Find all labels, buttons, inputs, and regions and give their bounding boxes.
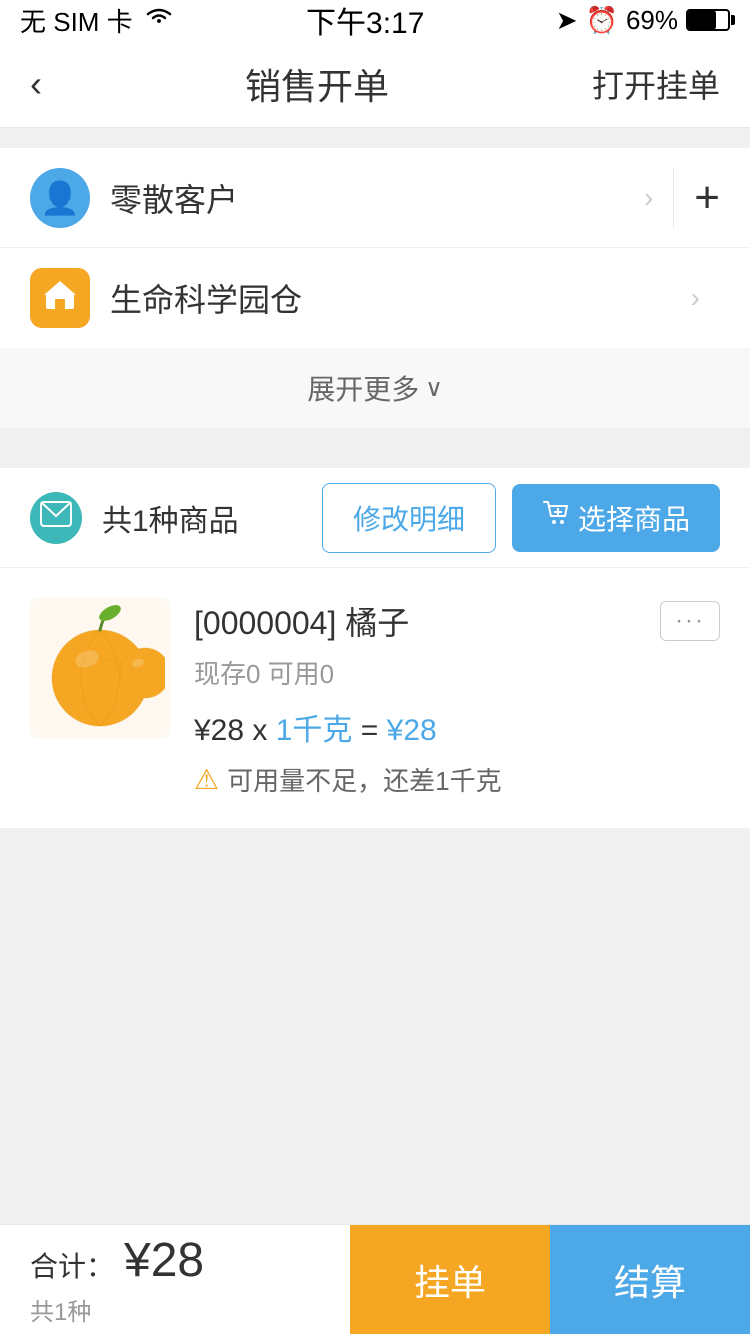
- warehouse-row[interactable]: 生命科学园仓 ›: [0, 248, 750, 348]
- product-code: [0000004]: [194, 605, 336, 641]
- cart-icon: [542, 500, 570, 535]
- product-name-row: [0000004] 橘子 ···: [194, 598, 720, 644]
- total-label: 合计：: [30, 1245, 114, 1285]
- modify-detail-button[interactable]: 修改明细: [322, 483, 496, 553]
- warehouse-icon-wrap: [30, 268, 90, 328]
- bottom-total: 合计： ¥28 共1种: [0, 1225, 350, 1334]
- status-bar: 无 SIM 卡 下午3:17 ➤ ⏰ 69%: [0, 0, 750, 40]
- product-image: [30, 598, 170, 738]
- total-amount: ¥28: [124, 1233, 204, 1288]
- product-count-icon: [30, 492, 82, 544]
- location-icon: ➤: [556, 5, 578, 36]
- product-stock: 现存0 可用0: [194, 654, 720, 691]
- warehouse-name: 生命科学园仓: [110, 275, 691, 321]
- product-equals: =: [361, 714, 379, 747]
- product-info: [0000004] 橘子 ··· 现存0 可用0 ¥28 x 1千克 = ¥28…: [194, 598, 720, 798]
- total-number: 28: [151, 1234, 204, 1287]
- product-warning-text: 可用量不足，还差1千克: [227, 761, 501, 798]
- nav-bar: ‹ 销售开单 打开挂单: [0, 40, 750, 128]
- customer-row[interactable]: 👤 零散客户 › +: [0, 148, 750, 248]
- carrier-text: 无 SIM 卡: [20, 2, 133, 39]
- total-sub: 共1种: [30, 1292, 320, 1327]
- expand-more-label: 展开更多: [307, 368, 419, 408]
- product-price-row: ¥28 x 1千克 = ¥28: [194, 705, 720, 749]
- product-section: 共1种商品 修改明细 选择商品: [0, 468, 750, 828]
- customer-name: 零散客户: [110, 175, 644, 221]
- expand-more-row[interactable]: 展开更多 ∨: [0, 348, 750, 428]
- select-product-button[interactable]: 选择商品: [512, 484, 720, 552]
- customer-avatar: 👤: [30, 168, 90, 228]
- warehouse-chevron-icon: ›: [691, 282, 700, 314]
- add-customer-button[interactable]: +: [694, 173, 720, 223]
- total-currency: ¥: [124, 1234, 151, 1287]
- status-left: 无 SIM 卡: [20, 2, 175, 39]
- product-total: ¥28: [387, 714, 437, 747]
- product-multiply: x: [252, 714, 267, 747]
- checkout-button[interactable]: 结算: [550, 1225, 750, 1334]
- alarm-icon: ⏰: [586, 5, 618, 36]
- page-title: 销售开单: [245, 58, 389, 110]
- product-image-svg: [35, 603, 165, 733]
- product-more-button[interactable]: ···: [660, 601, 720, 641]
- status-right: ➤ ⏰ 69%: [556, 5, 730, 36]
- battery-percent: 69%: [626, 5, 678, 36]
- product-warning-row: ⚠ 可用量不足，还差1千克: [194, 761, 720, 798]
- warehouse-icon: [42, 277, 78, 320]
- more-dots-icon: ···: [675, 607, 705, 635]
- expand-arrow-icon: ∨: [425, 374, 443, 403]
- bottom-bar: 合计： ¥28 共1种 挂单 结算: [0, 1224, 750, 1334]
- product-qty: 1千克: [276, 714, 353, 747]
- envelope-icon: [40, 501, 72, 534]
- customer-chevron-icon: ›: [644, 182, 653, 214]
- wifi-icon: [143, 5, 175, 36]
- gray-fill-area: [0, 828, 750, 1228]
- row-divider: [673, 168, 674, 228]
- product-price: ¥28: [194, 714, 244, 747]
- product-name: [0000004] 橘子: [194, 598, 409, 644]
- status-time: 下午3:17: [306, 0, 424, 42]
- total-row: 合计： ¥28: [30, 1233, 320, 1288]
- product-item: [0000004] 橘子 ··· 现存0 可用0 ¥28 x 1千克 = ¥28…: [0, 568, 750, 828]
- open-hang-button[interactable]: 打开挂单: [592, 61, 720, 107]
- section-gap-1: [0, 128, 750, 148]
- product-count-text: 共1种商品: [102, 496, 322, 540]
- battery-icon: [686, 9, 730, 31]
- product-title: 橘子: [345, 605, 409, 641]
- product-header: 共1种商品 修改明细 选择商品: [0, 468, 750, 568]
- select-product-label: 选择商品: [578, 498, 690, 538]
- person-icon: 👤: [40, 179, 80, 217]
- section-gap-2: [0, 428, 750, 448]
- hang-button[interactable]: 挂单: [350, 1225, 550, 1334]
- warning-icon: ⚠: [194, 763, 219, 796]
- back-button[interactable]: ‹: [30, 63, 42, 105]
